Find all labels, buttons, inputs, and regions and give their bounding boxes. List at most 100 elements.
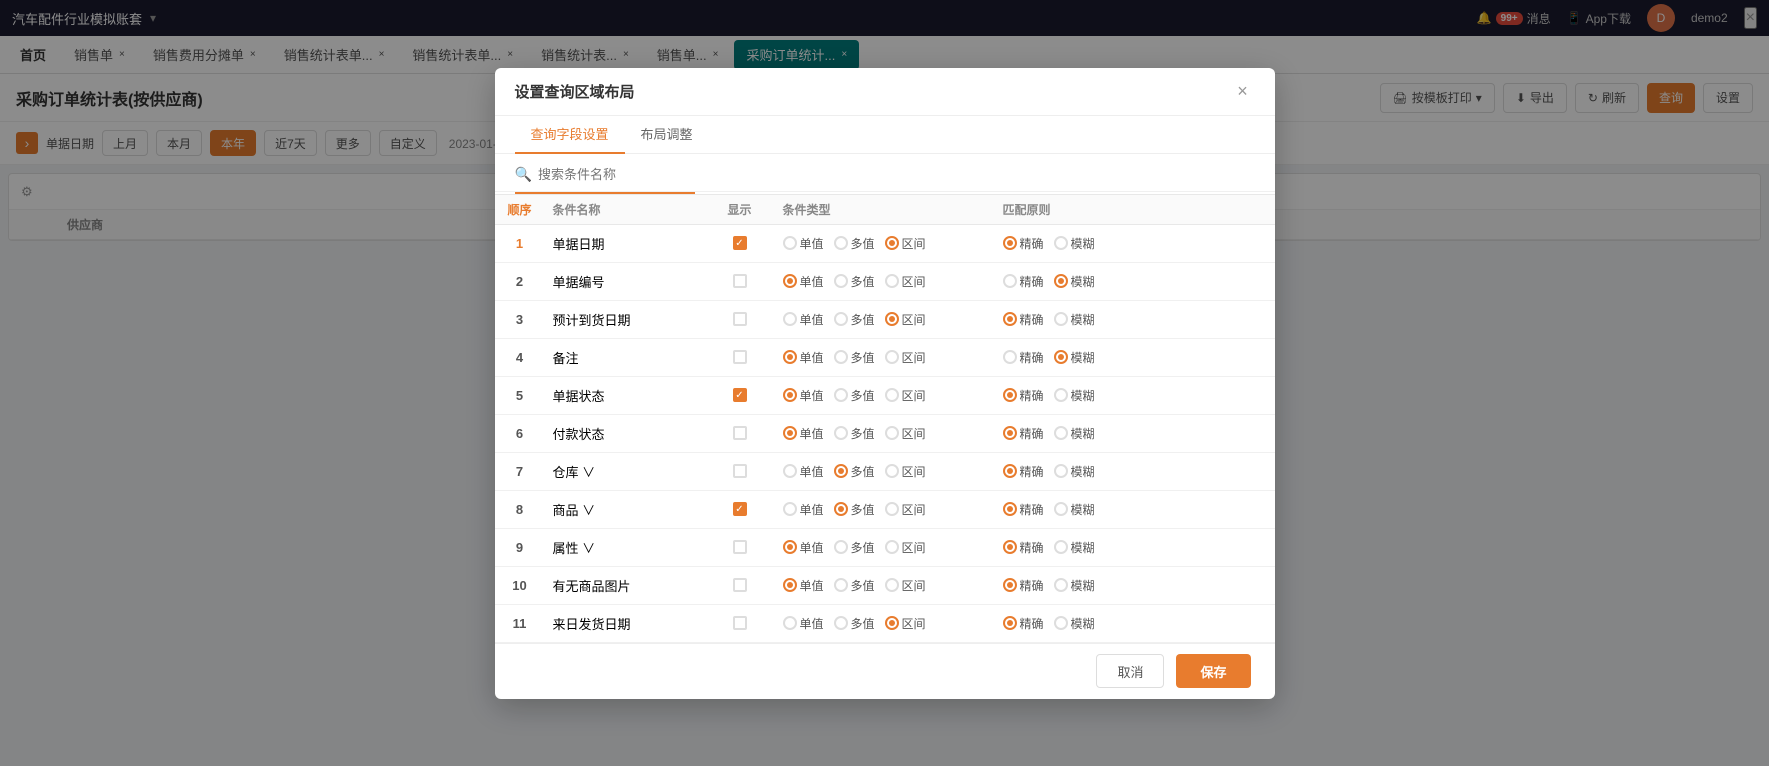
cancel-button[interactable]: 取消 xyxy=(1096,654,1164,688)
row-display-checkbox[interactable] xyxy=(705,344,775,370)
type-radio-多值[interactable]: 多值 xyxy=(834,539,875,556)
checkbox-icon[interactable]: ✓ xyxy=(733,236,747,250)
type-radio-区间[interactable]: 区间 xyxy=(885,539,926,556)
radio-circle-icon xyxy=(783,578,797,592)
checkbox-icon[interactable] xyxy=(733,540,747,554)
row-name: 商品 ∨ xyxy=(545,494,705,525)
row-display-checkbox[interactable]: ✓ xyxy=(705,382,775,408)
type-radio-多值[interactable]: 多值 xyxy=(834,425,875,442)
type-radio-单值[interactable]: 单值 xyxy=(783,615,824,632)
type-radio-单值[interactable]: 单值 xyxy=(783,539,824,556)
type-radio-区间[interactable]: 区间 xyxy=(885,349,926,366)
type-radio-单值[interactable]: 单值 xyxy=(783,235,824,252)
match-radio-精确[interactable]: 精确 xyxy=(1003,463,1044,480)
checkbox-icon[interactable]: ✓ xyxy=(733,502,747,516)
match-radio-模糊[interactable]: 模糊 xyxy=(1054,425,1095,442)
type-radio-区间[interactable]: 区间 xyxy=(885,387,926,404)
match-radio-精确[interactable]: 精确 xyxy=(1003,349,1044,366)
type-radio-单值[interactable]: 单值 xyxy=(783,349,824,366)
row-name: 单据编号 xyxy=(545,266,705,297)
row-seq: 10 xyxy=(495,572,545,599)
match-radio-精确[interactable]: 精确 xyxy=(1003,577,1044,594)
match-radio-模糊[interactable]: 模糊 xyxy=(1054,577,1095,594)
dialog-close-button[interactable]: × xyxy=(1231,79,1255,103)
search-input[interactable] xyxy=(538,167,1255,182)
type-radio-区间[interactable]: 区间 xyxy=(885,311,926,328)
match-radio-模糊[interactable]: 模糊 xyxy=(1054,273,1095,290)
match-radio-精确[interactable]: 精确 xyxy=(1003,501,1044,518)
row-seq: 9 xyxy=(495,534,545,561)
match-radio-精确[interactable]: 精确 xyxy=(1003,273,1044,290)
type-radio-区间[interactable]: 区间 xyxy=(885,501,926,518)
row-display-checkbox[interactable] xyxy=(705,610,775,636)
checkbox-icon[interactable] xyxy=(733,464,747,478)
checkbox-icon[interactable]: ✓ xyxy=(733,388,747,402)
type-radio-单值[interactable]: 单值 xyxy=(783,501,824,518)
type-radio-多值[interactable]: 多值 xyxy=(834,387,875,404)
type-radio-多值[interactable]: 多值 xyxy=(834,577,875,594)
row-display-checkbox[interactable] xyxy=(705,458,775,484)
type-radio-多值[interactable]: 多值 xyxy=(834,349,875,366)
checkbox-icon[interactable] xyxy=(733,578,747,592)
type-radio-区间[interactable]: 区间 xyxy=(885,615,926,632)
checkbox-icon[interactable] xyxy=(733,312,747,326)
match-radio-模糊[interactable]: 模糊 xyxy=(1054,615,1095,632)
row-display-checkbox[interactable] xyxy=(705,572,775,598)
match-radio-模糊[interactable]: 模糊 xyxy=(1054,311,1095,328)
type-radio-单值[interactable]: 单值 xyxy=(783,311,824,328)
type-radio-单值[interactable]: 单值 xyxy=(783,425,824,442)
row-display-checkbox[interactable] xyxy=(705,534,775,560)
row-seq: 11 xyxy=(495,610,545,637)
dialog-overlay: 设置查询区域布局 × 查询字段设置 布局调整 🔍 顺序 xyxy=(0,0,1769,766)
radio-circle-icon xyxy=(885,578,899,592)
type-radio-多值[interactable]: 多值 xyxy=(834,615,875,632)
condition-table-header: 顺序 条件名称 显示 条件类型 匹配原则 xyxy=(495,194,1275,225)
row-name: 付款状态 xyxy=(545,418,705,449)
match-radio-模糊[interactable]: 模糊 xyxy=(1054,501,1095,518)
checkbox-icon[interactable] xyxy=(733,350,747,364)
checkbox-icon[interactable] xyxy=(733,274,747,288)
match-radio-模糊[interactable]: 模糊 xyxy=(1054,349,1095,366)
row-name: 备注 xyxy=(545,342,705,373)
type-radio-区间[interactable]: 区间 xyxy=(885,235,926,252)
match-radio-模糊[interactable]: 模糊 xyxy=(1054,387,1095,404)
row-display-checkbox[interactable] xyxy=(705,268,775,294)
checkbox-icon[interactable] xyxy=(733,616,747,630)
row-display-checkbox[interactable] xyxy=(705,420,775,446)
row-display-checkbox[interactable]: ✓ xyxy=(705,230,775,256)
dialog-tab-layout[interactable]: 布局调整 xyxy=(625,116,709,154)
row-seq: 2 xyxy=(495,268,545,295)
type-radio-多值[interactable]: 多值 xyxy=(834,501,875,518)
type-radio-区间[interactable]: 区间 xyxy=(885,273,926,290)
type-radio-多值[interactable]: 多值 xyxy=(834,311,875,328)
table-row: 5单据状态✓单值多值区间精确模糊 xyxy=(495,377,1275,415)
row-display-checkbox[interactable]: ✓ xyxy=(705,496,775,522)
radio-circle-icon xyxy=(885,540,899,554)
match-radio-模糊[interactable]: 模糊 xyxy=(1054,539,1095,556)
match-radio-精确[interactable]: 精确 xyxy=(1003,539,1044,556)
row-type-options: 单值多值区间 xyxy=(775,305,995,334)
dialog-tab-query-fields[interactable]: 查询字段设置 xyxy=(515,116,625,154)
match-radio-模糊[interactable]: 模糊 xyxy=(1054,463,1095,480)
type-radio-单值[interactable]: 单值 xyxy=(783,273,824,290)
type-radio-区间[interactable]: 区间 xyxy=(885,577,926,594)
row-display-checkbox[interactable] xyxy=(705,306,775,332)
match-radio-精确[interactable]: 精确 xyxy=(1003,425,1044,442)
type-radio-区间[interactable]: 区间 xyxy=(885,425,926,442)
type-radio-区间[interactable]: 区间 xyxy=(885,463,926,480)
save-button[interactable]: 保存 xyxy=(1176,654,1250,688)
row-name: 有无商品图片 xyxy=(545,570,705,601)
type-radio-多值[interactable]: 多值 xyxy=(834,235,875,252)
match-radio-精确[interactable]: 精确 xyxy=(1003,235,1044,252)
match-radio-模糊[interactable]: 模糊 xyxy=(1054,235,1095,252)
type-radio-单值[interactable]: 单值 xyxy=(783,463,824,480)
match-radio-精确[interactable]: 精确 xyxy=(1003,615,1044,632)
type-radio-多值[interactable]: 多值 xyxy=(834,273,875,290)
type-radio-单值[interactable]: 单值 xyxy=(783,387,824,404)
row-seq: 8 xyxy=(495,496,545,523)
type-radio-单值[interactable]: 单值 xyxy=(783,577,824,594)
match-radio-精确[interactable]: 精确 xyxy=(1003,311,1044,328)
checkbox-icon[interactable] xyxy=(733,426,747,440)
match-radio-精确[interactable]: 精确 xyxy=(1003,387,1044,404)
type-radio-多值[interactable]: 多值 xyxy=(834,463,875,480)
